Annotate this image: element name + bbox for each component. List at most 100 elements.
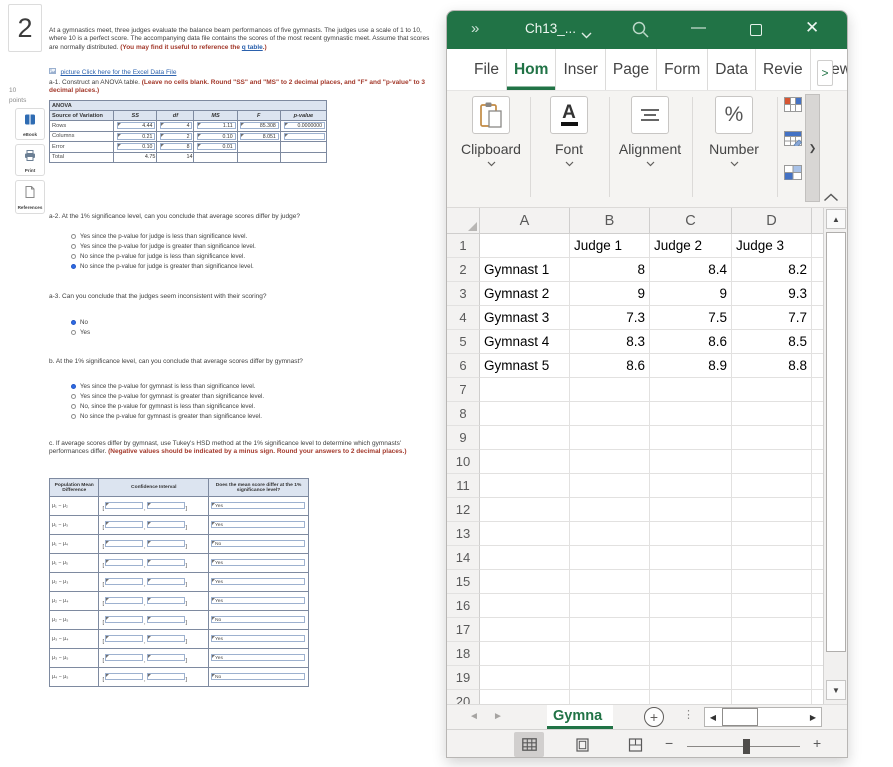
cell-C12[interactable] [650, 498, 732, 522]
alignment-icon[interactable] [631, 96, 669, 134]
percent-icon[interactable]: % [715, 96, 753, 134]
ribbon-group-alignment[interactable]: Alignment [610, 96, 690, 167]
ci-upper-input[interactable] [146, 635, 185, 643]
menu-tab-revie[interactable]: Revie [755, 49, 810, 90]
cell-B5[interactable]: 8.3 [570, 330, 650, 354]
anova-answer-input[interactable]: 0.10 [197, 132, 236, 140]
excel-data-file-link[interactable]: picture Click here for the Excel Data Fi… [60, 69, 176, 76]
a2-option[interactable]: Yes since the p-value for judge is great… [49, 243, 440, 250]
row-header-14[interactable]: 14 [447, 546, 480, 570]
chevron-down-icon[interactable] [451, 160, 531, 167]
cell-B16[interactable] [570, 594, 650, 618]
cell-A20[interactable] [480, 690, 570, 704]
cell-D8[interactable] [732, 402, 812, 426]
horizontal-scrollbar[interactable]: ◀ ▶ [704, 707, 822, 727]
zoom-in-icon[interactable]: + [813, 735, 821, 751]
radio-unselected-icon[interactable] [71, 244, 76, 250]
cell-B14[interactable] [570, 546, 650, 570]
chevron-down-icon[interactable] [529, 160, 609, 167]
cell-C20[interactable] [650, 690, 732, 704]
differ-answer-select[interactable]: Yes [211, 521, 305, 529]
b-option[interactable]: Yes since the p-value for gymnast is gre… [49, 393, 440, 400]
horizontal-scroll-thumb[interactable] [722, 708, 758, 726]
cell-D13[interactable] [732, 522, 812, 546]
cell-B12[interactable] [570, 498, 650, 522]
collapse-ribbon-icon[interactable] [823, 189, 839, 207]
ebook-button[interactable]: eBook [15, 108, 45, 140]
cell-B10[interactable] [570, 450, 650, 474]
row-header-3[interactable]: 3 [447, 282, 480, 306]
differ-answer-select[interactable]: Yes [211, 578, 305, 586]
row-header-6[interactable]: 6 [447, 354, 480, 378]
cell-B20[interactable] [570, 690, 650, 704]
normal-view-button[interactable] [514, 732, 544, 757]
cell-A16[interactable] [480, 594, 570, 618]
cell-A2[interactable]: Gymnast 1 [480, 258, 570, 282]
radio-selected-icon[interactable] [71, 320, 76, 325]
ci-lower-input[interactable] [105, 616, 144, 624]
ci-lower-input[interactable] [105, 502, 144, 510]
font-icon[interactable]: A [550, 96, 588, 134]
row-header-2[interactable]: 2 [447, 258, 480, 282]
ci-upper-input[interactable] [146, 559, 185, 567]
ci-upper-input[interactable] [146, 654, 185, 662]
cell-C14[interactable] [650, 546, 732, 570]
cell-D17[interactable] [732, 618, 812, 642]
menu-tab-inser[interactable]: Inser [555, 49, 604, 90]
cell-B2[interactable]: 8 [570, 258, 650, 282]
ci-upper-input[interactable] [146, 502, 185, 510]
cell-A17[interactable] [480, 618, 570, 642]
cell-A19[interactable] [480, 666, 570, 690]
anova-answer-input[interactable]: 0.21 [116, 132, 156, 140]
references-button[interactable]: References [15, 180, 45, 214]
cell-C19[interactable] [650, 666, 732, 690]
radio-unselected-icon[interactable] [71, 404, 76, 410]
ribbon-group-font[interactable]: A Font [529, 96, 609, 167]
cell-A11[interactable] [480, 474, 570, 498]
differ-answer-select[interactable]: Yes [211, 654, 305, 662]
row-header-13[interactable]: 13 [447, 522, 480, 546]
cell-D18[interactable] [732, 642, 812, 666]
clipboard-icon[interactable] [472, 96, 510, 134]
row-header-16[interactable]: 16 [447, 594, 480, 618]
differ-answer-select[interactable]: No [211, 673, 305, 681]
close-button[interactable]: ✕ [805, 18, 819, 38]
row-header-4[interactable]: 4 [447, 306, 480, 330]
row-header-11[interactable]: 11 [447, 474, 480, 498]
cell-A18[interactable] [480, 642, 570, 666]
menu-tab-form[interactable]: Form [656, 49, 707, 90]
cell-D16[interactable] [732, 594, 812, 618]
row-header-10[interactable]: 10 [447, 450, 480, 474]
a2-option[interactable]: Yes since the p-value for judge is less … [49, 233, 440, 240]
cell-B9[interactable] [570, 426, 650, 450]
column-header-b[interactable]: B [570, 208, 650, 234]
cell-C18[interactable] [650, 642, 732, 666]
cell-C4[interactable]: 7.5 [650, 306, 732, 330]
ribbon-group-clipboard[interactable]: Clipboard [451, 96, 531, 167]
column-header-d[interactable]: D [732, 208, 812, 234]
cell-C17[interactable] [650, 618, 732, 642]
cell-C1[interactable]: Judge 2 [650, 234, 732, 258]
minimize-button[interactable]: — [691, 19, 706, 36]
radio-unselected-icon[interactable] [71, 234, 76, 239]
scroll-left-icon[interactable]: ◀ [705, 708, 721, 726]
cell-B3[interactable]: 9 [570, 282, 650, 306]
radio-selected-icon[interactable] [71, 384, 76, 389]
cell-D4[interactable]: 7.7 [732, 306, 812, 330]
radio-unselected-icon[interactable] [71, 330, 76, 336]
ci-lower-input[interactable] [105, 578, 144, 586]
b-option[interactable]: No since the p-value for gymnast is grea… [49, 413, 440, 420]
menu-tab-page[interactable]: Page [604, 49, 656, 90]
cell-C6[interactable]: 8.9 [650, 354, 732, 378]
scroll-right-icon[interactable]: ▶ [805, 708, 821, 726]
zoom-out-icon[interactable]: − [665, 735, 673, 751]
cell-B1[interactable]: Judge 1 [570, 234, 650, 258]
cell-D11[interactable] [732, 474, 812, 498]
q-table-link[interactable]: q table [242, 44, 263, 51]
a2-option[interactable]: No since the p-value for judge is less t… [49, 253, 440, 260]
sheet-tab-gymnast[interactable]: Gymna [547, 705, 613, 729]
cell-B13[interactable] [570, 522, 650, 546]
cell-D9[interactable] [732, 426, 812, 450]
select-all-corner[interactable] [447, 208, 480, 234]
ci-upper-input[interactable] [146, 616, 185, 624]
